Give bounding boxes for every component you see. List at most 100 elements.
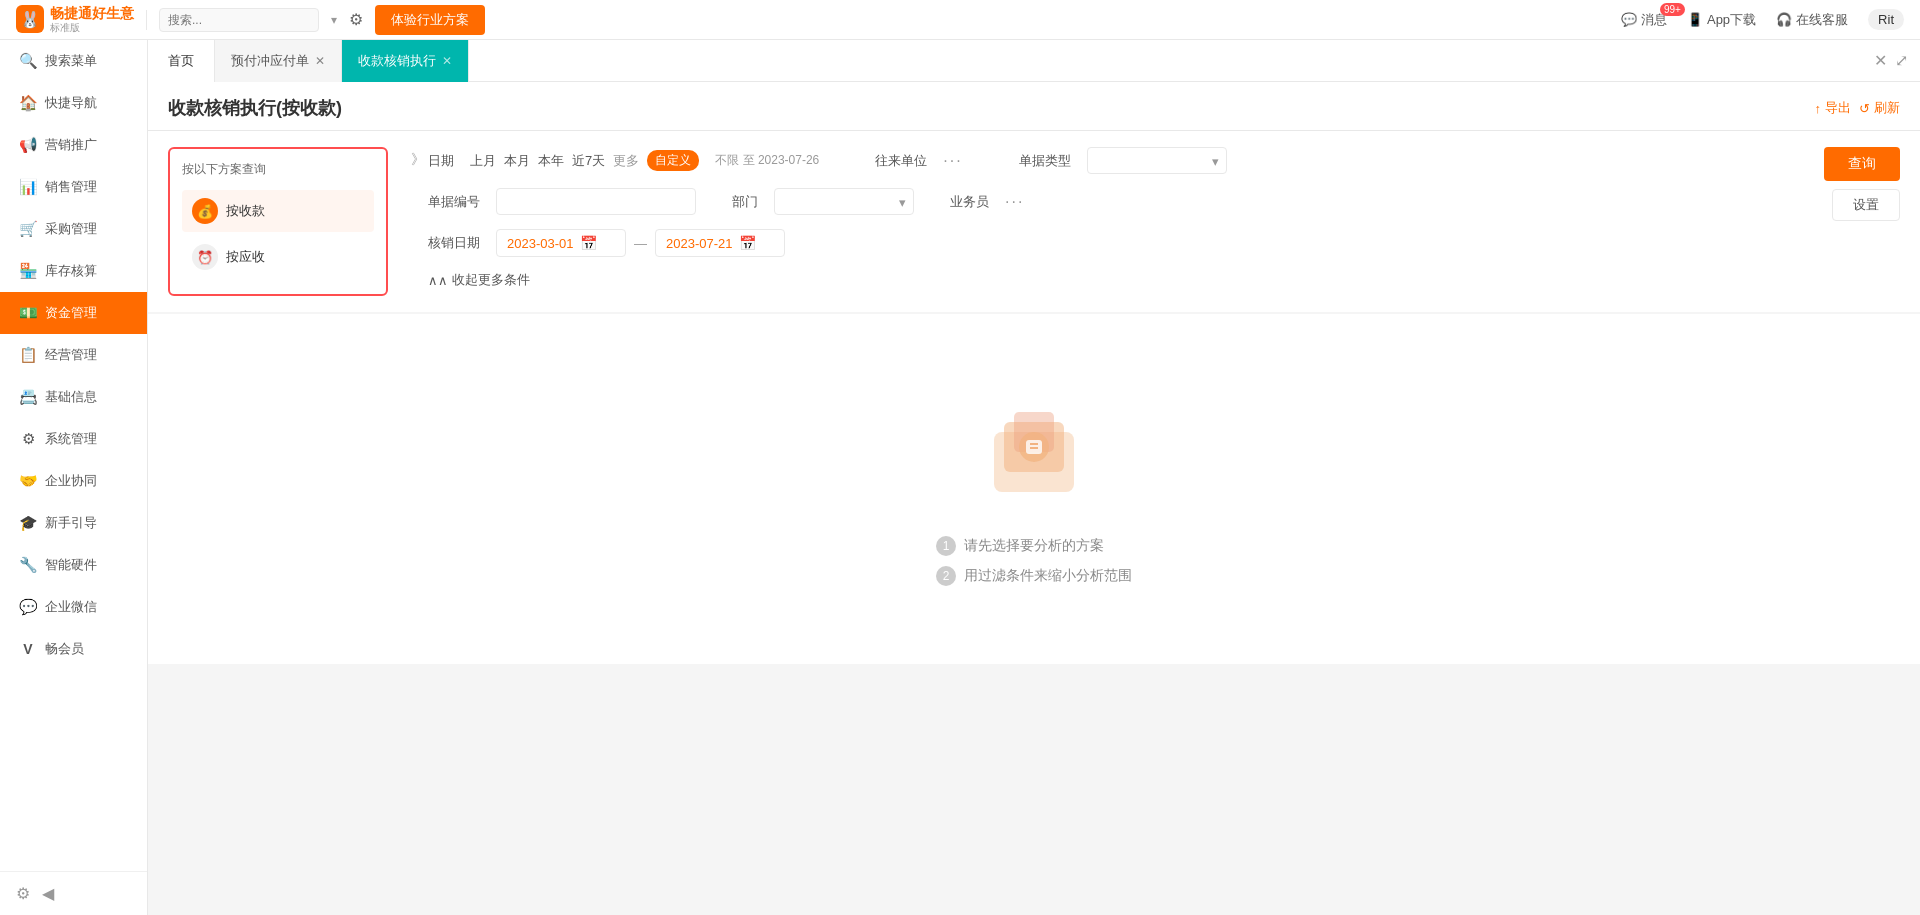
empty-tips: 1 请先选择要分析的方案 2 用过滤条件来缩小分析范围 — [936, 536, 1132, 586]
dropdown-arrow-icon[interactable]: ▾ — [331, 13, 337, 27]
counterpart-more-icon[interactable]: ··· — [943, 152, 962, 170]
sidebar-item-management[interactable]: 📋 经营管理 — [0, 334, 147, 376]
sidebar-item-hardware[interactable]: 🔧 智能硬件 — [0, 544, 147, 586]
this-year-btn[interactable]: 本年 — [538, 152, 564, 170]
brand-text: 畅捷通好生意 标准版 — [50, 5, 134, 34]
filter-options-panel: 按以下方案查询 💰 按收款 ⏰ 按应收 — [168, 147, 388, 296]
filter-option-by-receipt[interactable]: 💰 按收款 — [182, 190, 374, 232]
page-header: 收款核销执行(按收款) ↑ 导出 ↺ 刷新 — [148, 82, 1920, 131]
refresh-button[interactable]: ↺ 刷新 — [1859, 99, 1900, 117]
tab-writeoff-label: 收款核销执行 — [358, 52, 436, 70]
last-7-days-btn[interactable]: 近7天 — [572, 152, 605, 170]
staff-label: 业务员 — [950, 193, 989, 211]
sidebar-item-label: 库存核算 — [45, 262, 97, 280]
collapse-label: 收起更多条件 — [452, 271, 530, 289]
main-layout: 🔍 搜索菜单 🏠 快捷导航 📢 营销推广 📊 销售管理 🛒 采购管理 🏪 库存核… — [0, 40, 1920, 915]
doc-no-label: 单据编号 — [428, 193, 480, 211]
writeoff-date-end[interactable]: 2023-07-21 📅 — [655, 229, 785, 257]
dept-select[interactable] — [774, 188, 914, 215]
sidebar-item-marketing[interactable]: 📢 营销推广 — [0, 124, 147, 166]
refresh-label: 刷新 — [1874, 99, 1900, 117]
custom-date-btn[interactable]: 自定义 — [647, 150, 699, 171]
refresh-icon: ↺ — [1859, 101, 1870, 116]
search-icon: 🔍 — [19, 52, 37, 70]
filter-panel-title: 按以下方案查询 — [182, 161, 374, 178]
empty-state: 1 请先选择要分析的方案 2 用过滤条件来缩小分析范围 — [148, 314, 1920, 664]
calendar-start-icon[interactable]: 📅 — [580, 235, 597, 251]
purchase-icon: 🛒 — [19, 220, 37, 238]
service-label: 在线客服 — [1796, 11, 1848, 29]
empty-illustration — [974, 392, 1094, 512]
filter-panel-collapse[interactable]: 》 — [408, 147, 428, 296]
page-title: 收款核销执行(按收款) — [168, 96, 342, 120]
tab-home-label: 首页 — [168, 52, 194, 70]
empty-tip-2: 2 用过滤条件来缩小分析范围 — [936, 566, 1132, 586]
this-month-btn[interactable]: 本月 — [504, 152, 530, 170]
filter-row-2: 单据编号 部门 业务员 ··· — [428, 188, 1800, 215]
calendar-end-icon[interactable]: 📅 — [739, 235, 756, 251]
sidebar-item-inventory[interactable]: 🏪 库存核算 — [0, 250, 147, 292]
tab-prepay-close[interactable]: ✕ — [315, 54, 325, 68]
tip-text-1: 请先选择要分析的方案 — [964, 537, 1104, 555]
sidebar-item-guide[interactable]: 🎓 新手引导 — [0, 502, 147, 544]
close-tab-icon[interactable]: ✕ — [1874, 51, 1887, 70]
doc-no-input[interactable] — [496, 188, 696, 215]
sidebar-item-collab[interactable]: 🤝 企业协同 — [0, 460, 147, 502]
search-input[interactable] — [159, 8, 319, 32]
tip-num-1: 1 — [936, 536, 956, 556]
sidebar-item-member[interactable]: V 畅会员 — [0, 628, 147, 670]
tab-writeoff[interactable]: 收款核销执行 ✕ — [342, 40, 469, 82]
sidebar-item-wechat[interactable]: 💬 企业微信 — [0, 586, 147, 628]
finance-icon: 💵 — [19, 304, 37, 322]
message-badge: 99+ — [1660, 3, 1685, 16]
sidebar-item-system[interactable]: ⚙ 系统管理 — [0, 418, 147, 460]
tabbar: 首页 预付冲应付单 ✕ 收款核销执行 ✕ ✕ ⤢ — [148, 40, 1920, 82]
writeoff-date-start[interactable]: 2023-03-01 📅 — [496, 229, 626, 257]
solution-button[interactable]: 体验行业方案 — [375, 5, 485, 35]
tab-home[interactable]: 首页 — [148, 40, 215, 82]
hardware-icon: 🔧 — [19, 556, 37, 574]
gear-icon[interactable]: ⚙ — [349, 10, 363, 29]
setting-button[interactable]: 设置 — [1832, 189, 1900, 221]
filter-row-1: 日期 上月 本月 本年 近7天 更多 自定义 不限 至 2023-07-26 — [428, 147, 1900, 289]
app-download-button[interactable]: 📱 App下载 — [1687, 11, 1756, 29]
sidebar-item-label: 系统管理 — [45, 430, 97, 448]
sidebar-item-label: 快捷导航 — [45, 94, 97, 112]
sidebar-item-sales[interactable]: 📊 销售管理 — [0, 166, 147, 208]
filter-section: 按以下方案查询 💰 按收款 ⏰ 按应收 》 — [148, 131, 1920, 312]
app-label: App下载 — [1707, 11, 1756, 29]
tab-prepay[interactable]: 预付冲应付单 ✕ — [215, 40, 342, 82]
user-avatar[interactable]: Rit — [1868, 9, 1904, 30]
message-button[interactable]: 💬 消息 99+ — [1621, 11, 1667, 29]
last-month-btn[interactable]: 上月 — [470, 152, 496, 170]
doc-type-select[interactable] — [1087, 147, 1227, 174]
sidebar-item-quicknav[interactable]: 🏠 快捷导航 — [0, 82, 147, 124]
topbar-right: 💬 消息 99+ 📱 App下载 🎧 在线客服 Rit — [1621, 9, 1904, 30]
sidebar-item-label: 新手引导 — [45, 514, 97, 532]
receipt-icon: 💰 — [192, 198, 218, 224]
filter-option-by-receivable[interactable]: ⏰ 按应收 — [182, 236, 374, 278]
expand-icon[interactable]: ⤢ — [1895, 51, 1908, 70]
sidebar-item-basic[interactable]: 📇 基础信息 — [0, 376, 147, 418]
sidebar-item-purchase[interactable]: 🛒 采购管理 — [0, 208, 147, 250]
collapse-more-button[interactable]: ∧∧ 收起更多条件 — [428, 271, 530, 289]
filter-actions: 查询 设置 — [1824, 147, 1900, 221]
page-header-actions: ↑ 导出 ↺ 刷新 — [1815, 99, 1901, 117]
query-button[interactable]: 查询 — [1824, 147, 1900, 181]
filter-fields: 日期 上月 本月 本年 近7天 更多 自定义 不限 至 2023-07-26 — [428, 147, 1900, 296]
filter-row-3: 核销日期 2023-03-01 📅 — 2023-07-21 — [428, 229, 1800, 257]
more-dates-btn[interactable]: 更多 — [613, 152, 639, 170]
wechat-icon: 💬 — [19, 598, 37, 616]
inventory-icon: 🏪 — [19, 262, 37, 280]
collapse-sidebar-icon[interactable]: ◀ — [42, 884, 54, 903]
online-service-button[interactable]: 🎧 在线客服 — [1776, 11, 1848, 29]
sidebar-item-search[interactable]: 🔍 搜索菜单 — [0, 40, 147, 82]
export-button[interactable]: ↑ 导出 — [1815, 99, 1852, 117]
brand: 🐰 畅捷通好生意 标准版 — [16, 5, 134, 34]
sidebar-item-finance[interactable]: 💵 资金管理 — [0, 292, 147, 334]
service-icon: 🎧 — [1776, 12, 1792, 27]
tab-writeoff-close[interactable]: ✕ — [442, 54, 452, 68]
collapse-up-icon: ∧∧ — [428, 273, 448, 288]
staff-more-icon[interactable]: ··· — [1005, 193, 1024, 211]
settings-bottom-icon[interactable]: ⚙ — [16, 884, 30, 903]
